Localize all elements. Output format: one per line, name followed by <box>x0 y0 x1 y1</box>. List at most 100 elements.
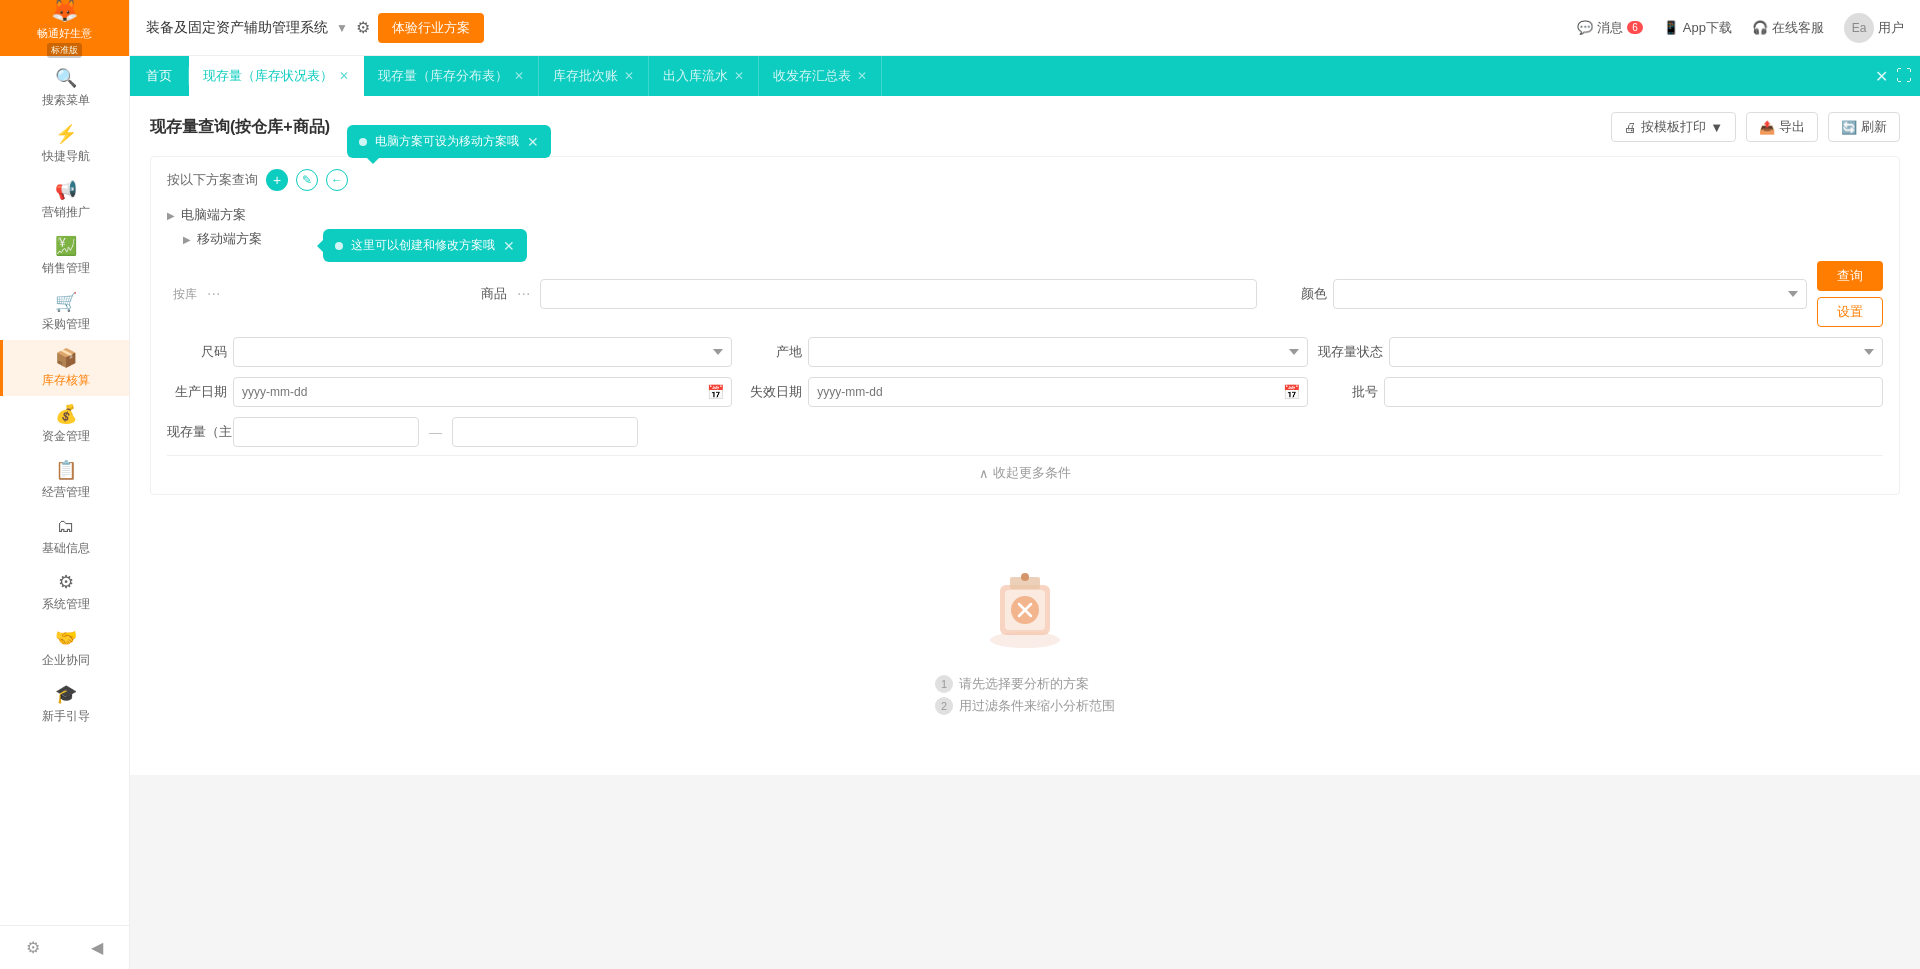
stock-status-select[interactable] <box>1389 337 1883 367</box>
plan-tree-pc[interactable]: ▶ 电脑端方案 <box>167 203 1883 227</box>
app-download-action[interactable]: 📱 App下载 <box>1663 19 1732 37</box>
tab-inout[interactable]: 出入库流水 ✕ <box>649 56 759 96</box>
page-actions: 🖨 按模板打印 ▼ 📤 导出 🔄 刷新 <box>1611 112 1900 142</box>
origin-select[interactable] <box>808 337 1307 367</box>
tooltip-close2-icon[interactable]: ✕ <box>503 238 515 254</box>
sidebar-item-guide[interactable]: 🎓 新手引导 <box>0 676 129 732</box>
collapse-sidebar-icon[interactable]: ◀ <box>87 934 107 961</box>
filter-cell-color: 颜色 <box>1267 279 1807 309</box>
sidebar-item-enterprise[interactable]: 🤝 企业协同 <box>0 620 129 676</box>
sidebar-item-label: 销售管理 <box>42 260 90 277</box>
sidebar-item-system[interactable]: ⚙ 系统管理 <box>0 564 129 620</box>
filter-cell-product: 商品 ··· <box>447 279 1257 309</box>
content-area: 现存量查询(按仓库+商品) 🖨 按模板打印 ▼ 📤 导出 🔄 刷新 <box>130 96 1920 969</box>
product-dots[interactable]: ··· <box>513 285 534 303</box>
message-badge: 6 <box>1627 21 1643 34</box>
sidebar-item-quicknav[interactable]: ⚡ 快捷导航 <box>0 116 129 172</box>
sidebar-item-finance[interactable]: 💰 资金管理 <box>0 396 129 452</box>
filter-cell-batch: 批号 <box>1318 377 1883 407</box>
mfg-date-input[interactable] <box>233 377 732 407</box>
tab-close-icon[interactable]: ✕ <box>339 69 349 83</box>
sidebar-item-purchase[interactable]: 🛒 采购管理 <box>0 284 129 340</box>
support-action[interactable]: 🎧 在线客服 <box>1752 19 1824 37</box>
tab-expand-icon[interactable]: ⛶ <box>1896 67 1912 85</box>
search-btn[interactable]: 查询 <box>1817 261 1883 291</box>
tab-batch[interactable]: 库存批次账 ✕ <box>539 56 649 96</box>
settings-bottom-icon[interactable]: ⚙ <box>22 934 44 961</box>
sidebar-item-label: 新手引导 <box>42 708 90 725</box>
sidebar-item-label: 采购管理 <box>42 316 90 333</box>
mfg-date-wrap: 📅 <box>233 377 732 407</box>
tab-label: 现存量（库存分布表） <box>378 67 508 85</box>
phone-icon: 📱 <box>1663 20 1679 35</box>
calendar-icon2[interactable]: 📅 <box>1283 384 1300 400</box>
sidebar-item-basic[interactable]: 🗂 基础信息 <box>0 508 129 564</box>
refresh-btn[interactable]: 🔄 刷新 <box>1828 112 1900 142</box>
empty-tips: 1 请先选择要分析的方案 2 用过滤条件来缩小分析范围 <box>935 671 1115 719</box>
filter-row-4: 现存量（主） — <box>167 417 1883 447</box>
tooltip-close-icon[interactable]: ✕ <box>527 134 539 150</box>
tab-home[interactable]: 首页 <box>130 67 189 85</box>
sidebar-item-label: 经营管理 <box>42 484 90 501</box>
tab-close-icon[interactable]: ✕ <box>514 69 524 83</box>
purchase-icon: 🛒 <box>55 291 77 313</box>
warehouse-dots[interactable]: ··· <box>203 285 224 303</box>
tab-label: 出入库流水 <box>663 67 728 85</box>
product-input[interactable] <box>540 279 1257 309</box>
sys-title-dropdown[interactable]: ▼ <box>336 21 348 35</box>
avatar: Ea <box>1844 13 1874 43</box>
exp-date-label: 失效日期 <box>742 383 802 401</box>
sidebar-item-sales[interactable]: 💹 销售管理 <box>0 228 129 284</box>
batch-input[interactable] <box>1384 377 1883 407</box>
sidebar-item-inventory[interactable]: 📦 库存核算 <box>0 340 129 396</box>
user-action[interactable]: Ea 用户 <box>1844 13 1904 43</box>
size-select[interactable] <box>233 337 732 367</box>
tab-close-icon[interactable]: ✕ <box>624 69 634 83</box>
tip-text-2: 用过滤条件来缩小分析范围 <box>959 697 1115 715</box>
stock-min-input[interactable] <box>233 417 419 447</box>
tab-inventory-dist[interactable]: 现存量（库存分布表） ✕ <box>364 56 539 96</box>
tab-inventory-status[interactable]: 现存量（库存状况表） ✕ <box>189 56 364 96</box>
filter-cell-mfg-date: 生产日期 📅 <box>167 377 732 407</box>
sidebar-item-marketing[interactable]: 📢 营销推广 <box>0 172 129 228</box>
arrow-back-btn[interactable]: ← <box>326 169 348 191</box>
page-title: 现存量查询(按仓库+商品) <box>150 117 330 138</box>
sales-icon: 💹 <box>55 235 77 257</box>
sidebar-item-operation[interactable]: 📋 经营管理 <box>0 452 129 508</box>
tab-bar-end: ✕ ⛶ <box>1875 67 1920 86</box>
template-print-btn[interactable]: 🖨 按模板打印 ▼ <box>1611 112 1736 142</box>
quicknav-icon: ⚡ <box>55 123 77 145</box>
tab-summary[interactable]: 收发存汇总表 ✕ <box>759 56 882 96</box>
empty-tip-1: 1 请先选择要分析的方案 <box>935 675 1115 693</box>
exp-date-input[interactable] <box>808 377 1307 407</box>
tip-text-1: 请先选择要分析的方案 <box>959 675 1089 693</box>
main-area: 装备及固定资产辅助管理系统 ▼ ⚙ 体验行业方案 💬 消息 6 📱 App下载 … <box>130 0 1920 969</box>
reset-btn[interactable]: 设置 <box>1817 297 1883 327</box>
add-filter-btn[interactable]: + <box>266 169 288 191</box>
color-select[interactable] <box>1333 279 1807 309</box>
page-content: 现存量查询(按仓库+商品) 🖨 按模板打印 ▼ 📤 导出 🔄 刷新 <box>130 96 1920 775</box>
tab-close-icon[interactable]: ✕ <box>734 69 744 83</box>
stock-max-input[interactable] <box>452 417 638 447</box>
mfg-date-label: 生产日期 <box>167 383 227 401</box>
collapse-btn[interactable]: ∧ 收起更多条件 <box>167 455 1883 486</box>
filter-cell-stock-main: 现存量（主） — <box>167 417 567 447</box>
header-settings-icon[interactable]: ⚙ <box>356 18 370 37</box>
sidebar-item-search[interactable]: 🔍 搜索菜单 <box>0 60 129 116</box>
edit-filter-btn[interactable]: ✎ <box>296 169 318 191</box>
filter-cell-exp-date: 失效日期 📅 <box>742 377 1307 407</box>
tab-close-all-icon[interactable]: ✕ <box>1875 67 1888 86</box>
system-icon: ⚙ <box>58 571 74 593</box>
tab-close-icon[interactable]: ✕ <box>857 69 867 83</box>
industry-btn[interactable]: 体验行业方案 <box>378 13 484 43</box>
message-action[interactable]: 💬 消息 6 <box>1577 19 1643 37</box>
header-right: 💬 消息 6 📱 App下载 🎧 在线客服 Ea 用户 <box>1577 13 1904 43</box>
tab-bar: 首页 现存量（库存状况表） ✕ 现存量（库存分布表） ✕ 库存批次账 ✕ 出入库… <box>130 56 1920 96</box>
filter-header: 按以下方案查询 + ✎ ← 电脑方案可设为移动方案哦 ✕ 这里可以创建和修改方案… <box>167 169 1883 191</box>
color-label: 颜色 <box>1267 285 1327 303</box>
export-btn[interactable]: 📤 导出 <box>1746 112 1818 142</box>
filter-label: 按以下方案查询 <box>167 171 258 189</box>
calendar-icon[interactable]: 📅 <box>707 384 724 400</box>
avatar-text: Ea <box>1852 21 1867 35</box>
filter-cell-size: 尺码 <box>167 337 732 367</box>
